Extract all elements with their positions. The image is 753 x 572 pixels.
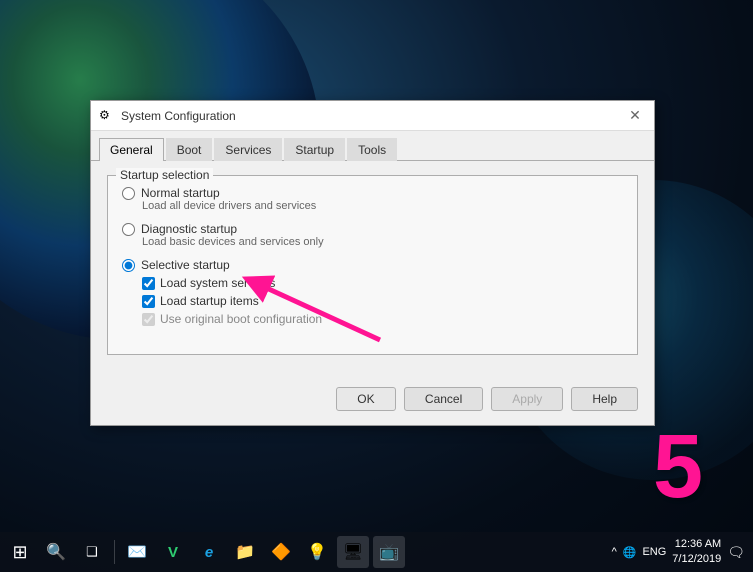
selective-startup-option: Selective startup Load system services L… bbox=[122, 258, 623, 330]
app3-taskbar-icon[interactable]: 🖥 bbox=[337, 536, 369, 568]
load-system-services-label[interactable]: Load system services bbox=[142, 276, 623, 290]
lang-indicator: ENG bbox=[642, 546, 666, 558]
app4-taskbar-icon[interactable]: 📺 bbox=[373, 536, 405, 568]
selective-startup-text: Selective startup bbox=[141, 258, 230, 272]
load-system-services-text: Load system services bbox=[160, 276, 275, 290]
tab-boot[interactable]: Boot bbox=[166, 138, 213, 161]
clock-date: 7/12/2019 bbox=[672, 552, 721, 567]
task-view[interactable]: ❑ bbox=[76, 536, 108, 568]
selective-startup-radio[interactable] bbox=[122, 259, 135, 272]
dialog-title: System Configuration bbox=[121, 109, 624, 123]
ie-taskbar-icon[interactable]: e bbox=[193, 536, 225, 568]
selective-startup-label[interactable]: Selective startup bbox=[122, 258, 623, 272]
normal-startup-option: Normal startup Load all device drivers a… bbox=[122, 186, 623, 212]
dialog-content: Startup selection Normal startup Load al… bbox=[91, 161, 654, 379]
notification-icon[interactable]: 🗨 bbox=[727, 544, 745, 561]
diagnostic-startup-label[interactable]: Diagnostic startup bbox=[122, 222, 623, 236]
startup-selection-group: Startup selection Normal startup Load al… bbox=[107, 175, 638, 355]
load-startup-items-checkbox[interactable] bbox=[142, 295, 155, 308]
dialog-close-button[interactable]: ✕ bbox=[624, 105, 646, 127]
help-button[interactable]: Help bbox=[571, 387, 638, 411]
normal-startup-label[interactable]: Normal startup bbox=[122, 186, 623, 200]
taskbar-left: ⊞ 🔍 ❑ ✉️ V e 📁 🔶 💡 🖥 📺 bbox=[0, 536, 405, 568]
taskbar-right: ^ 🌐 ENG 12:36 AM 7/12/2019 🗨 bbox=[612, 537, 753, 568]
tab-tools[interactable]: Tools bbox=[347, 138, 397, 161]
dialog-app-icon: ⚙ bbox=[99, 108, 115, 124]
normal-startup-radio[interactable] bbox=[122, 187, 135, 200]
clock-display[interactable]: 12:36 AM 7/12/2019 bbox=[672, 537, 721, 568]
dialog-buttons: OK Cancel Apply Help bbox=[91, 379, 654, 425]
app2-taskbar-icon[interactable]: V bbox=[157, 536, 189, 568]
light-taskbar-icon[interactable]: 💡 bbox=[301, 536, 333, 568]
group-legend: Startup selection bbox=[116, 168, 213, 182]
use-original-boot-checkbox bbox=[142, 313, 155, 326]
search-taskbar[interactable]: 🔍 bbox=[40, 536, 72, 568]
mail-taskbar-icon[interactable]: ✉️ bbox=[121, 536, 153, 568]
load-startup-items-label[interactable]: Load startup items bbox=[142, 294, 623, 308]
diagnostic-startup-radio[interactable] bbox=[122, 223, 135, 236]
diagnostic-startup-desc: Load basic devices and services only bbox=[142, 236, 623, 248]
tab-startup[interactable]: Startup bbox=[284, 138, 345, 161]
use-original-boot-text: Use original boot configuration bbox=[160, 312, 322, 326]
network-icon[interactable]: 🌐 bbox=[623, 546, 637, 559]
start-button[interactable]: ⊞ bbox=[4, 536, 36, 568]
dialog-tabs: General Boot Services Startup Tools bbox=[91, 131, 654, 161]
apply-button[interactable]: Apply bbox=[491, 387, 563, 411]
tab-services[interactable]: Services bbox=[214, 138, 282, 161]
taskbar: ⊞ 🔍 ❑ ✉️ V e 📁 🔶 💡 🖥 📺 ^ 🌐 ENG 12:36 AM … bbox=[0, 532, 753, 572]
chevron-icon[interactable]: ^ bbox=[612, 546, 617, 558]
vlc-taskbar-icon[interactable]: 🔶 bbox=[265, 536, 297, 568]
selective-suboptions: Load system services Load startup items … bbox=[142, 276, 623, 330]
load-startup-items-text: Load startup items bbox=[160, 294, 259, 308]
use-original-boot-label: Use original boot configuration bbox=[142, 312, 623, 326]
folder-taskbar-icon[interactable]: 📁 bbox=[229, 536, 261, 568]
desktop: ⚙ System Configuration ✕ General Boot Se… bbox=[0, 0, 753, 572]
clock-time: 12:36 AM bbox=[672, 537, 721, 552]
dialog-titlebar: ⚙ System Configuration ✕ bbox=[91, 101, 654, 131]
system-config-dialog: ⚙ System Configuration ✕ General Boot Se… bbox=[90, 100, 655, 426]
cancel-button[interactable]: Cancel bbox=[404, 387, 483, 411]
tab-general[interactable]: General bbox=[99, 138, 164, 161]
diagnostic-startup-option: Diagnostic startup Load basic devices an… bbox=[122, 222, 623, 248]
ok-button[interactable]: OK bbox=[336, 387, 396, 411]
load-system-services-checkbox[interactable] bbox=[142, 277, 155, 290]
normal-startup-text: Normal startup bbox=[141, 186, 220, 200]
normal-startup-desc: Load all device drivers and services bbox=[142, 200, 623, 212]
diagnostic-startup-text: Diagnostic startup bbox=[141, 222, 237, 236]
